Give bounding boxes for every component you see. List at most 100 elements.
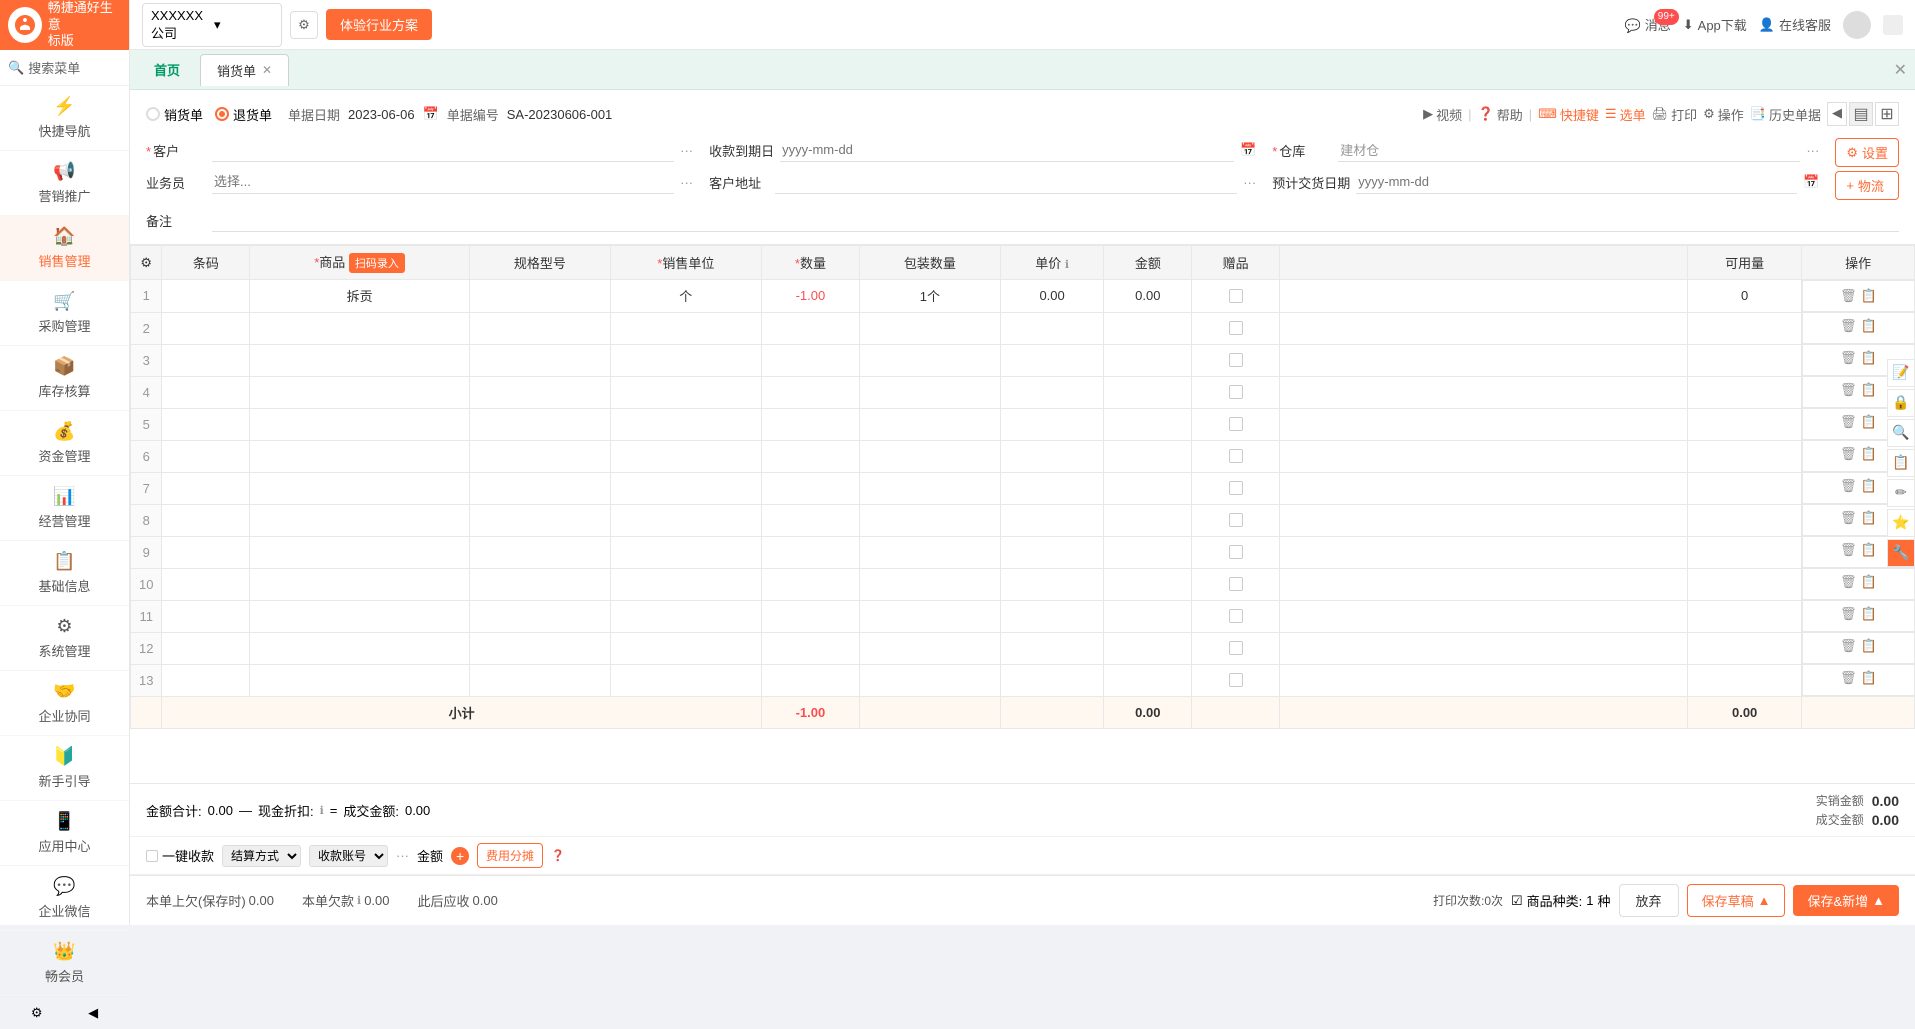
copy-icon[interactable]: 📋 xyxy=(1861,542,1877,562)
sidebar-item-inventory[interactable]: 📦 库存核算 xyxy=(0,346,129,411)
product-cell[interactable]: 拆贡 xyxy=(250,280,470,313)
trial-button[interactable]: 体验行业方案 xyxy=(326,9,432,40)
copy-icon[interactable]: 📋 xyxy=(1861,446,1877,466)
settlement-method-select[interactable]: 结算方式 xyxy=(222,845,301,867)
copy-icon[interactable]: 📋 xyxy=(1861,382,1877,402)
discard-button[interactable]: 放弃 xyxy=(1619,884,1679,917)
delete-icon[interactable]: 🗑 xyxy=(1840,638,1857,658)
sidebar-item-appstore[interactable]: 📱 应用中心 xyxy=(0,801,129,866)
pack-qty-cell[interactable]: 1个 xyxy=(859,280,1000,313)
product-type-checkbox[interactable]: ☑ xyxy=(1511,893,1523,909)
copy-icon[interactable]: 📋 xyxy=(1861,670,1877,690)
calendar-icon[interactable]: 📅 xyxy=(423,106,439,122)
action-print[interactable]: 🖨 打印 xyxy=(1652,105,1698,124)
amount-cell[interactable]: 0.00 xyxy=(1104,280,1192,313)
prev-btn[interactable]: ◀ xyxy=(1827,102,1847,126)
tab-close-icon[interactable]: ✕ xyxy=(262,63,272,77)
action-history[interactable]: 📑 历史单据 xyxy=(1750,105,1821,124)
sidebar-item-member[interactable]: 👑 畅会员 xyxy=(0,931,129,996)
payment-date-input[interactable] xyxy=(780,138,1234,162)
collapse-icon[interactable]: ◀ xyxy=(88,1005,98,1021)
user-avatar[interactable] xyxy=(1843,11,1871,39)
delete-icon[interactable]: 🗑 xyxy=(1840,542,1857,562)
rfloat-lock[interactable]: 🔒 xyxy=(1887,389,1915,417)
delivery-date-input[interactable] xyxy=(1356,170,1797,194)
salesman-input[interactable] xyxy=(212,170,674,194)
address-picker-btn[interactable]: ··· xyxy=(1243,175,1256,190)
tab-close-all[interactable]: ✕ xyxy=(1894,60,1907,80)
barcode-cell[interactable] xyxy=(162,280,250,313)
sidebar-item-finance[interactable]: 💰 资金管理 xyxy=(0,411,129,476)
rfloat-copy[interactable]: 📋 xyxy=(1887,449,1915,477)
grid-view-btn[interactable]: ⊞ xyxy=(1875,102,1899,126)
unit-cell[interactable]: 个 xyxy=(610,280,761,313)
overdue-info[interactable]: ℹ xyxy=(357,894,361,907)
copy-icon[interactable]: 📋 xyxy=(1861,574,1877,594)
delete-icon[interactable]: 🗑 xyxy=(1840,446,1857,466)
notification-badge[interactable]: 💬 消息 99+ xyxy=(1625,15,1671,34)
delete-icon[interactable]: 🗑 xyxy=(1840,670,1857,690)
delete-icon[interactable]: 🗑 xyxy=(1840,382,1857,402)
cash-discount-info[interactable]: ℹ xyxy=(320,804,324,817)
delete-icon[interactable]: 🗑 xyxy=(1840,574,1857,594)
scan-button[interactable]: 扫码录入 xyxy=(349,253,405,273)
action-shortcut[interactable]: ⌨ 快捷键 xyxy=(1538,105,1599,124)
spec-cell[interactable] xyxy=(469,280,610,313)
copy-icon[interactable]: 📋 xyxy=(1861,350,1877,370)
copy-icon[interactable]: 📋 xyxy=(1861,638,1877,658)
online-service-btn[interactable]: 👤 在线客服 xyxy=(1759,15,1831,34)
sidebar-item-quick-nav[interactable]: ⚡ 快捷导航 xyxy=(0,86,129,151)
copy-icon[interactable]: 📋 xyxy=(1861,414,1877,434)
sidebar-item-operations[interactable]: 📊 经营管理 xyxy=(0,476,129,541)
sidebar-item-marketing[interactable]: 📢 营销推广 xyxy=(0,151,129,216)
unit-price-cell[interactable]: 0.00 xyxy=(1000,280,1104,313)
sidebar-search[interactable]: 🔍 搜索菜单 xyxy=(0,50,129,86)
delete-icon[interactable]: 🗑 xyxy=(1840,510,1857,530)
form-settings-btn[interactable]: ⚙ 设置 xyxy=(1835,138,1899,167)
salesman-picker-btn[interactable]: ··· xyxy=(680,175,693,190)
list-view-btn[interactable]: ▤ xyxy=(1849,102,1873,126)
delete-icon[interactable]: 🗑 xyxy=(1840,606,1857,626)
copy-icon[interactable]: 📋 xyxy=(1861,318,1877,338)
sidebar-item-sales[interactable]: 🏠 销售管理 xyxy=(0,216,129,281)
warehouse-input[interactable] xyxy=(1338,138,1800,162)
gift-cell[interactable] xyxy=(1192,280,1280,313)
action-choose[interactable]: ☰ 选单 xyxy=(1605,105,1646,124)
customer-address-input[interactable] xyxy=(775,170,1237,194)
copy-icon[interactable]: 📋 xyxy=(1861,606,1877,626)
col-gear[interactable]: ⚙ xyxy=(131,246,162,280)
copy-icon[interactable]: 📋 xyxy=(1861,510,1877,530)
rfloat-zoom[interactable]: 🔍 xyxy=(1887,419,1915,447)
rfloat-pencil[interactable]: ✏ xyxy=(1887,479,1915,507)
action-video[interactable]: ▶ 视频 xyxy=(1423,105,1462,124)
tab-home[interactable]: 首页 xyxy=(138,54,196,85)
remarks-input[interactable] xyxy=(212,208,1899,232)
app-download-btn[interactable]: ⬇ App下载 xyxy=(1683,15,1747,34)
rfloat-star[interactable]: ⭐ xyxy=(1887,509,1915,537)
customer-input[interactable] xyxy=(212,138,674,162)
settings-bottom-icon[interactable]: ⚙ xyxy=(31,1005,43,1021)
customer-picker-btn[interactable]: ··· xyxy=(680,143,693,158)
close-all-icon[interactable]: ✕ xyxy=(1894,62,1907,79)
save-new-button[interactable]: 保存&新增 ▲ xyxy=(1793,885,1899,916)
account-select[interactable]: 收款账号 xyxy=(309,845,388,867)
delete-icon[interactable]: 🗑 xyxy=(1840,414,1857,434)
save-draft-button[interactable]: 保存草稿 ▲ xyxy=(1687,884,1786,917)
radio-return[interactable]: 退货单 xyxy=(215,105,272,124)
quantity-cell[interactable]: -1.00 xyxy=(761,280,859,313)
expense-split-btn[interactable]: 费用分摊 xyxy=(477,843,543,868)
one-click-payment-checkbox[interactable]: 一键收款 xyxy=(146,846,214,865)
expense-info[interactable]: ❓ xyxy=(551,849,565,862)
sidebar-item-guide[interactable]: 🔰 新手引导 xyxy=(0,736,129,801)
radio-sale[interactable]: 销货单 xyxy=(146,105,203,124)
action-operate[interactable]: ⚙ 操作 xyxy=(1703,105,1744,124)
rfloat-edit[interactable]: 📝 xyxy=(1887,359,1915,387)
sidebar-item-purchase[interactable]: 🛒 采购管理 xyxy=(0,281,129,346)
sidebar-item-enterprise[interactable]: 🤝 企业协同 xyxy=(0,671,129,736)
account-picker[interactable]: ··· xyxy=(396,848,409,863)
action-help[interactable]: ❓ 帮助 xyxy=(1478,105,1523,124)
tab-sales-order[interactable]: 销货单 ✕ xyxy=(200,54,289,86)
payment-date-calendar-icon[interactable]: 📅 xyxy=(1240,142,1256,158)
copy-icon[interactable]: 📋 xyxy=(1861,288,1877,304)
sidebar-item-basic[interactable]: 📋 基础信息 xyxy=(0,541,129,606)
